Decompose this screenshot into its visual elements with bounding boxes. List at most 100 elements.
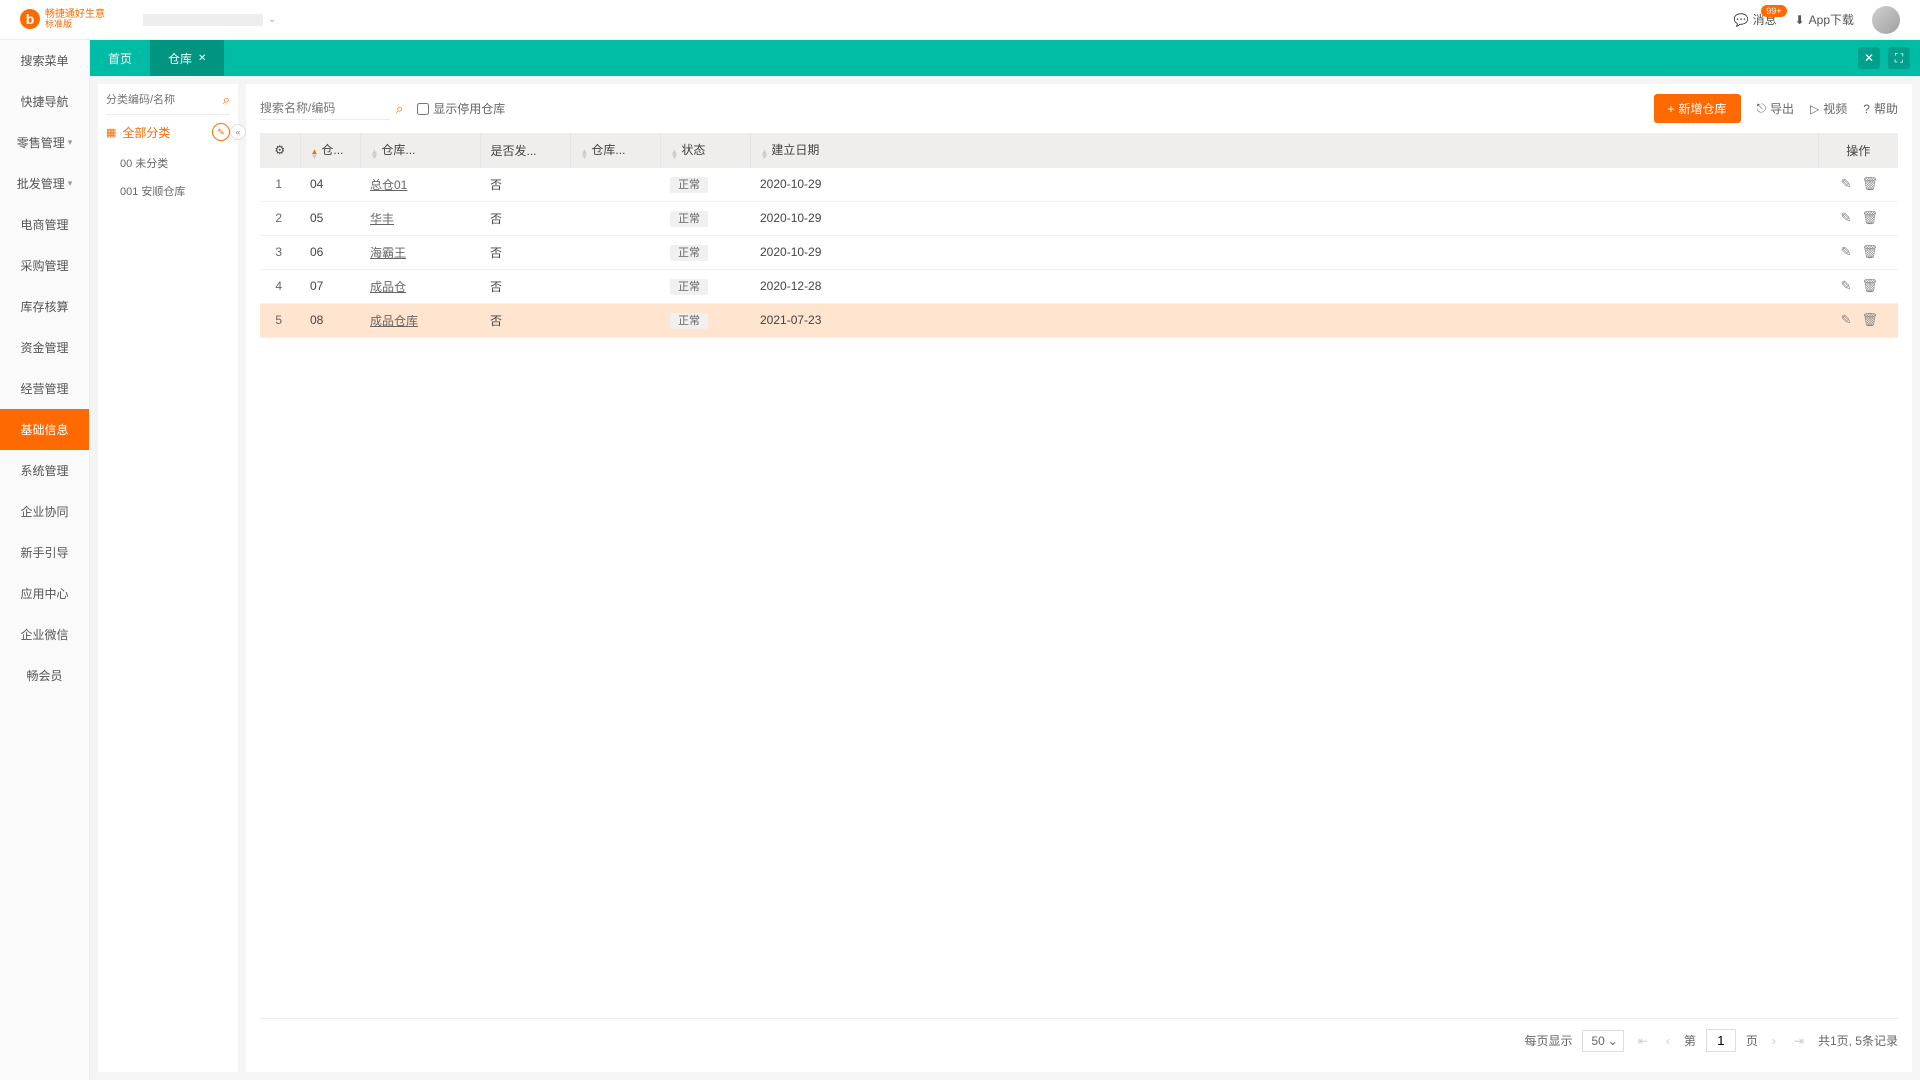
- cell-addr: [570, 269, 660, 303]
- sidebar-item[interactable]: 企业微信: [0, 614, 89, 655]
- column-status[interactable]: ▲▼状态: [660, 133, 750, 168]
- sidebar-item[interactable]: 基础信息: [0, 409, 89, 450]
- table-row[interactable]: 407成品仓否正常2020-12-28✎🗑: [260, 269, 1898, 303]
- table-row[interactable]: 205华丰否正常2020-10-29✎🗑: [260, 201, 1898, 235]
- cell-ops: ✎🗑: [1818, 269, 1898, 303]
- main-search-input[interactable]: [260, 97, 390, 120]
- collapse-panel-button[interactable]: «: [230, 124, 246, 140]
- plus-icon: +: [1668, 102, 1675, 116]
- edit-icon[interactable]: ✎: [1841, 312, 1852, 327]
- folder-icon: ▦: [106, 126, 116, 139]
- column-date[interactable]: ▲▼建立日期: [750, 133, 1818, 168]
- add-warehouse-button[interactable]: + 新增仓库: [1654, 94, 1741, 123]
- delete-icon[interactable]: 🗑: [1861, 278, 1878, 293]
- cell-code: 07: [300, 269, 360, 303]
- sidebar-item-label: 新手引导: [20, 544, 68, 561]
- cell-date: 2020-12-28: [750, 269, 1818, 303]
- show-disabled-checkbox[interactable]: 显示停用仓库: [417, 100, 505, 117]
- sidebar-item[interactable]: 采购管理: [0, 245, 89, 286]
- search-icon[interactable]: ⌕: [396, 101, 403, 117]
- sidebar-item[interactable]: 快捷导航: [0, 81, 89, 122]
- message-icon: 💬: [1734, 13, 1749, 27]
- edit-category-button[interactable]: ✎: [212, 123, 230, 141]
- cell-code: 08: [300, 303, 360, 337]
- category-search-input[interactable]: [106, 94, 219, 106]
- export-button[interactable]: ⎋ 导出: [1757, 100, 1795, 117]
- company-selector[interactable]: ⌄: [135, 10, 284, 30]
- column-ship[interactable]: 是否发...: [480, 133, 570, 168]
- warehouse-link[interactable]: 总仓01: [370, 178, 407, 192]
- sidebar-item-label: 经营管理: [20, 380, 68, 397]
- delete-icon[interactable]: 🗑: [1861, 312, 1878, 327]
- table-row[interactable]: 104总仓01否正常2020-10-29✎🗑: [260, 168, 1898, 202]
- sidebar-item[interactable]: 企业协同: [0, 491, 89, 532]
- video-label: 视频: [1823, 100, 1847, 117]
- pagination: 每页显示 50 ⌄ ⇤ ‹ 第 页 › ⇥ 共1页, 5条记录: [260, 1018, 1898, 1062]
- logo-sub-text: 标准版: [45, 20, 105, 30]
- help-button[interactable]: ? 帮助: [1863, 100, 1898, 117]
- cell-date: 2020-10-29: [750, 235, 1818, 269]
- sidebar-item[interactable]: 电商管理: [0, 204, 89, 245]
- tab[interactable]: 仓库✕: [150, 40, 224, 76]
- cell-ship: 否: [480, 168, 570, 202]
- warehouse-link[interactable]: 成品仓: [370, 280, 406, 294]
- category-item[interactable]: 00 未分类: [106, 149, 230, 177]
- table-row[interactable]: 508成品仓库否正常2021-07-23✎🗑: [260, 303, 1898, 337]
- delete-icon[interactable]: 🗑: [1861, 244, 1878, 259]
- messages-button[interactable]: 💬 消息 99+: [1734, 11, 1777, 28]
- prev-page-button[interactable]: ‹: [1662, 1034, 1674, 1048]
- sidebar-item[interactable]: 经营管理: [0, 368, 89, 409]
- category-root[interactable]: ▦ 全部分类 ✎: [106, 115, 230, 149]
- sidebar-item[interactable]: 批发管理▾: [0, 163, 89, 204]
- edit-icon[interactable]: ✎: [1841, 176, 1852, 191]
- column-addr[interactable]: ▲▼仓库...: [570, 133, 660, 168]
- tab[interactable]: 首页: [90, 40, 150, 76]
- sidebar-item[interactable]: 零售管理▾: [0, 122, 89, 163]
- fullscreen-button[interactable]: ⛶: [1888, 47, 1910, 69]
- last-page-button[interactable]: ⇥: [1790, 1034, 1808, 1048]
- next-page-button[interactable]: ›: [1768, 1034, 1780, 1048]
- sidebar-item[interactable]: 系统管理: [0, 450, 89, 491]
- cell-addr: [570, 168, 660, 202]
- delete-icon[interactable]: 🗑: [1861, 176, 1878, 191]
- warehouse-link[interactable]: 海霸王: [370, 246, 406, 260]
- page-prefix: 第: [1684, 1032, 1696, 1049]
- sidebar-item[interactable]: 库存核算: [0, 286, 89, 327]
- app-download-button[interactable]: ⬇ App下载: [1795, 11, 1854, 28]
- checkbox-input[interactable]: [417, 103, 429, 115]
- toolbar: ⌕ 显示停用仓库 + 新增仓库 ⎋ 导出 ▷: [260, 94, 1898, 133]
- settings-column[interactable]: ⚙: [260, 133, 300, 168]
- first-page-button[interactable]: ⇤: [1634, 1034, 1652, 1048]
- delete-icon[interactable]: 🗑: [1861, 210, 1878, 225]
- column-name[interactable]: ▲▼仓库...: [360, 133, 480, 168]
- page-input[interactable]: [1706, 1029, 1736, 1052]
- edit-icon[interactable]: ✎: [1841, 210, 1852, 225]
- sidebar-item-label: 基础信息: [20, 421, 68, 438]
- close-tab-button[interactable]: ✕: [1858, 47, 1880, 69]
- tab-bar: 首页仓库✕ ✕ ⛶: [0, 40, 1920, 76]
- avatar[interactable]: [1872, 6, 1900, 34]
- close-icon[interactable]: ✕: [198, 53, 206, 64]
- warehouse-link[interactable]: 华丰: [370, 212, 394, 226]
- cell-ship: 否: [480, 201, 570, 235]
- sidebar-item[interactable]: 新手引导: [0, 532, 89, 573]
- search-icon[interactable]: ⌕: [223, 92, 230, 108]
- edit-icon[interactable]: ✎: [1841, 278, 1852, 293]
- per-page-select[interactable]: 50 ⌄: [1582, 1030, 1623, 1052]
- sidebar-item[interactable]: 资金管理: [0, 327, 89, 368]
- sidebar-item[interactable]: 搜索菜单: [0, 40, 89, 81]
- category-panel: ⌕ ▦ 全部分类 ✎ 00 未分类001 安顺仓库 «: [98, 84, 238, 1072]
- cell-status: 正常: [660, 235, 750, 269]
- video-button[interactable]: ▷ 视频: [1810, 100, 1847, 117]
- edit-icon[interactable]: ✎: [1841, 244, 1852, 259]
- status-badge: 正常: [670, 177, 708, 193]
- table-row[interactable]: 306海霸王否正常2020-10-29✎🗑: [260, 235, 1898, 269]
- sidebar-item[interactable]: 畅会员: [0, 655, 89, 696]
- sidebar-item-label: 畅会员: [26, 667, 62, 684]
- sidebar-item[interactable]: 应用中心: [0, 573, 89, 614]
- column-code[interactable]: ▲▼仓...: [300, 133, 360, 168]
- category-item[interactable]: 001 安顺仓库: [106, 177, 230, 205]
- cell-ship: 否: [480, 235, 570, 269]
- warehouse-link[interactable]: 成品仓库: [370, 314, 418, 328]
- cell-status: 正常: [660, 269, 750, 303]
